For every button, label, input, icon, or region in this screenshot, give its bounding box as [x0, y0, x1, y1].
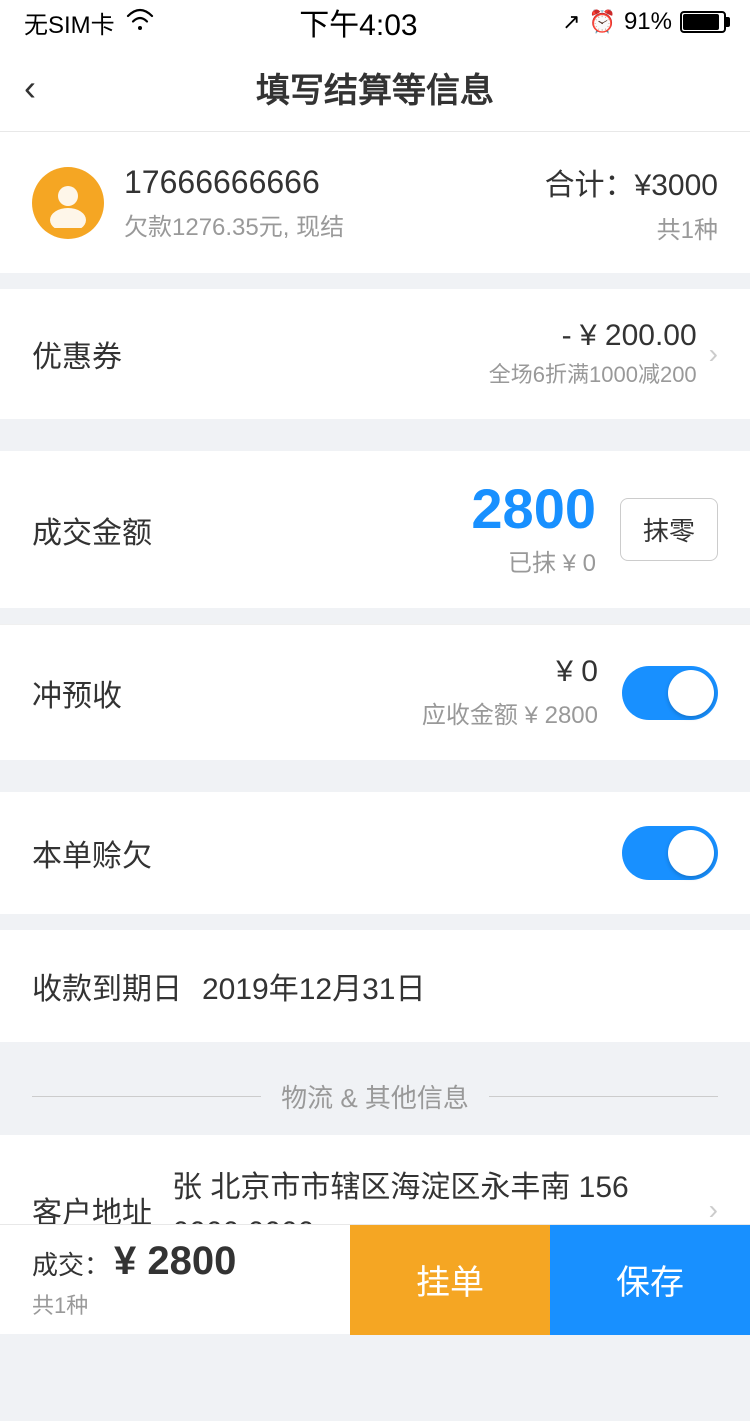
debt-row: 本单赊欠: [0, 792, 750, 914]
customer-phone: 17666666666: [124, 164, 344, 201]
address-chevron-icon: ›: [709, 1194, 718, 1226]
logistics-label: 物流 & 其他信息: [281, 1078, 469, 1115]
debt-toggle-knob: [668, 830, 714, 876]
status-bar: 无SIM卡 下午4:03 ↗ ⏰ 91%: [0, 0, 750, 44]
customer-info-card: 17666666666 欠款1276.35元, 现结 合计：¥3000 共1种: [0, 132, 750, 273]
deal-right: 2800 已抹 ¥ 0 抹零: [471, 481, 718, 578]
deal-deducted: 已抹 ¥ 0: [471, 543, 596, 578]
coupon-info: - ¥ 200.00 全场6折满1000减200: [489, 319, 697, 389]
bottom-bar: 成交： ¥ 2800 共1种 挂单 保存: [0, 1224, 750, 1334]
bottom-count: 共1种: [32, 1288, 318, 1320]
divider-line-left: [32, 1096, 261, 1097]
wifi-icon: [125, 8, 155, 37]
battery-percent: 91%: [624, 8, 672, 36]
bottom-deal-amount: ¥ 2800: [114, 1239, 236, 1284]
nav-bar: ‹ 填写结算等信息: [0, 44, 750, 132]
alarm-icon: ⏰: [589, 9, 616, 35]
battery-icon: [680, 11, 726, 33]
customer-sub-info: 欠款1276.35元, 现结: [124, 207, 344, 242]
prepay-receivable: 应收金额 ¥ 2800: [422, 695, 598, 730]
prepay-right: ¥ 0 应收金额 ¥ 2800: [422, 655, 718, 730]
coupon-desc: 全场6折满1000减200: [489, 357, 697, 389]
due-date-value: 2019年12月31日: [202, 964, 425, 1008]
logistics-divider: 物流 & 其他信息: [0, 1058, 750, 1135]
section-separator-1: [0, 435, 750, 451]
prepay-amount: ¥ 0: [422, 655, 598, 689]
carrier-text: 无SIM卡: [24, 5, 115, 40]
coupon-right: - ¥ 200.00 全场6折满1000减200 ›: [489, 319, 718, 389]
deal-amount-row: 成交金额 2800 已抹 ¥ 0 抹零: [0, 451, 750, 608]
total-count: 共1种: [545, 210, 718, 245]
chevron-right-icon: ›: [709, 338, 718, 370]
bottom-deal-label: 成交：: [32, 1245, 110, 1282]
divider-line-right: [489, 1096, 718, 1097]
round-zero-button[interactable]: 抹零: [620, 498, 718, 561]
save-button[interactable]: 保存: [550, 1225, 750, 1335]
total-amount: 合计：¥3000: [545, 160, 718, 204]
due-date-label: 收款到期日: [32, 964, 182, 1008]
bottom-deal-row: 成交： ¥ 2800: [32, 1239, 318, 1284]
page-title: 填写结算等信息: [256, 63, 494, 112]
hang-order-button[interactable]: 挂单: [350, 1225, 550, 1335]
coupon-discount: - ¥ 200.00: [489, 319, 697, 353]
prepay-label: 冲预收: [32, 671, 122, 715]
customer-left: 17666666666 欠款1276.35元, 现结: [32, 164, 344, 242]
prepay-toggle[interactable]: [622, 666, 718, 720]
coupon-label: 优惠券: [32, 332, 122, 376]
section-separator-2: [0, 776, 750, 792]
debt-toggle[interactable]: [622, 826, 718, 880]
prepay-row: 冲预收 ¥ 0 应收金额 ¥ 2800: [0, 624, 750, 760]
customer-total: 合计：¥3000 共1种: [545, 160, 718, 245]
customer-details: 17666666666 欠款1276.35元, 现结: [124, 164, 344, 242]
coupon-row[interactable]: 优惠券 - ¥ 200.00 全场6折满1000减200 ›: [0, 289, 750, 419]
deal-amount-label: 成交金额: [32, 508, 152, 552]
deal-amount-wrap: 2800 已抹 ¥ 0: [471, 481, 596, 578]
status-time: 下午4:03: [299, 0, 417, 44]
status-right-icons: ↗ ⏰ 91%: [562, 8, 726, 36]
deal-amount-value: 2800: [471, 481, 596, 537]
debt-label: 本单赊欠: [32, 831, 152, 875]
bottom-summary: 成交： ¥ 2800 共1种: [0, 1239, 350, 1320]
back-button[interactable]: ‹: [24, 67, 36, 109]
prepay-amount-wrap: ¥ 0 应收金额 ¥ 2800: [422, 655, 598, 730]
status-carrier-wifi: 无SIM卡: [24, 5, 155, 40]
due-date-row: 收款到期日 2019年12月31日: [0, 930, 750, 1042]
location-icon: ↗: [562, 9, 580, 35]
toggle-knob: [668, 670, 714, 716]
avatar: [32, 167, 104, 239]
